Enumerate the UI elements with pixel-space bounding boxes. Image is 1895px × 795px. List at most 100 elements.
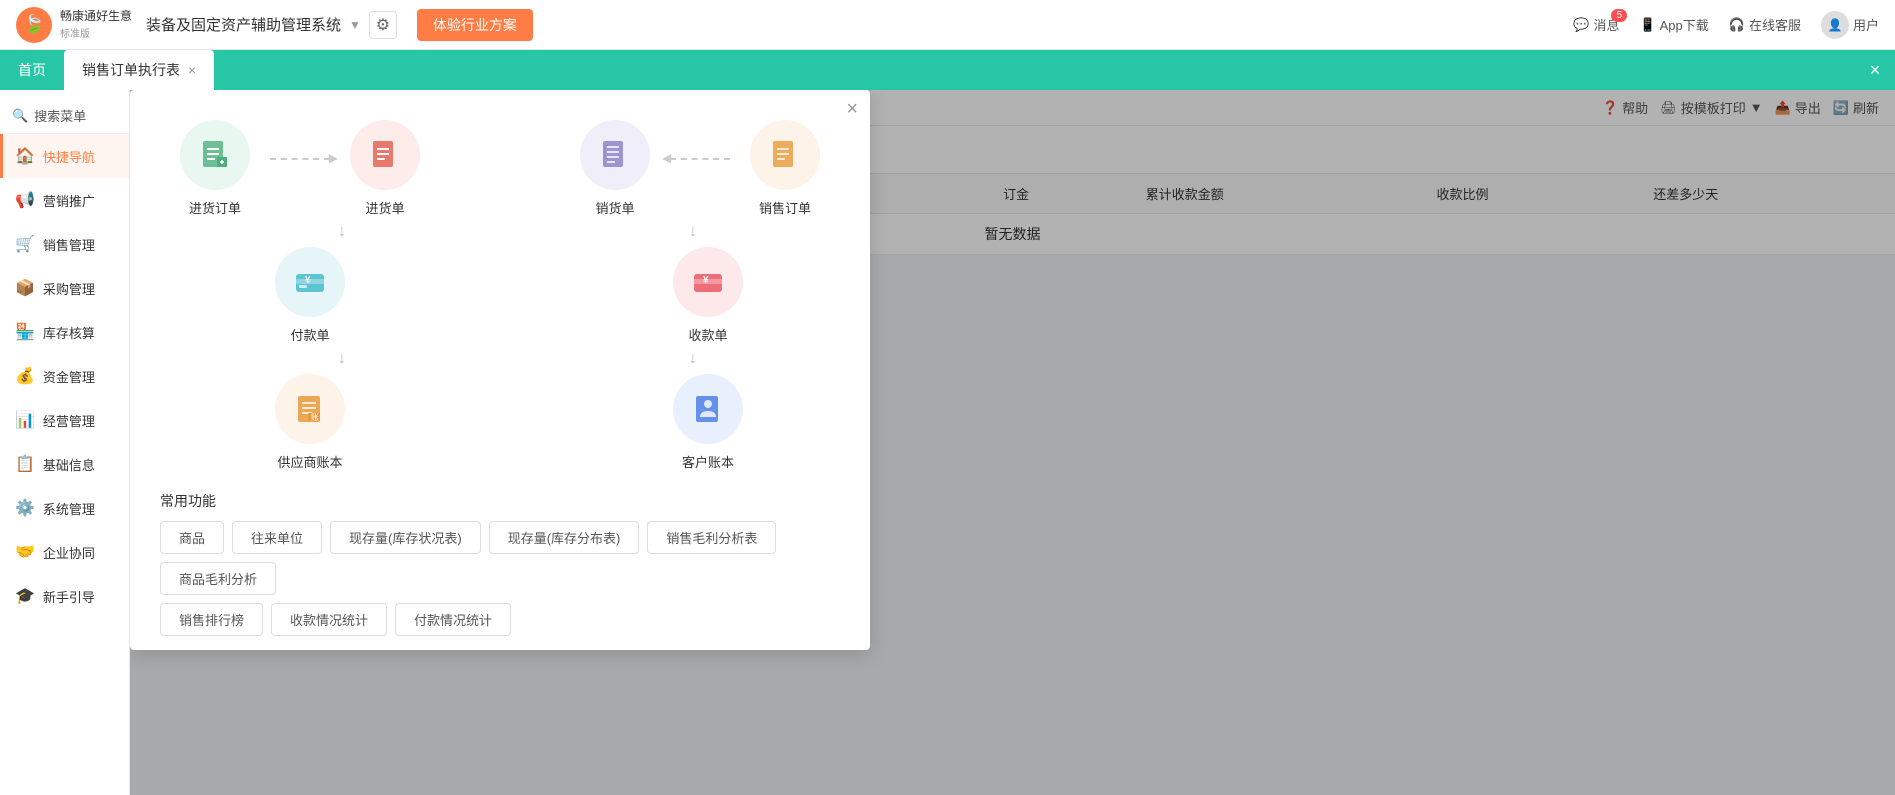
- flow-node-purchase-order[interactable]: 进货订单: [160, 120, 270, 217]
- quick-nav-popup: ×: [130, 90, 870, 650]
- home-label: 首页: [18, 60, 46, 80]
- inventory-icon: 🏪: [15, 322, 35, 342]
- flow-node-payment[interactable]: ¥ 付款单: [255, 247, 365, 344]
- sidebar-item-finance-label: 资金管理: [43, 367, 95, 386]
- gear-button[interactable]: ⚙: [369, 11, 397, 39]
- sales-icon: 🛒: [15, 234, 35, 254]
- common-btn-partner[interactable]: 往来单位: [232, 521, 322, 554]
- sidebar-item-marketing[interactable]: 📢 营销推广: [0, 178, 129, 222]
- home-sidebar-icon: 🏠: [15, 146, 35, 166]
- sidebar-item-beginner-label: 新手引导: [43, 587, 95, 606]
- sidebar-item-enterprise[interactable]: 🤝 企业协同: [0, 530, 129, 574]
- common-btn-product[interactable]: 商品: [160, 521, 224, 554]
- purchase-icon: [350, 120, 420, 190]
- common-buttons-row1: 商品 往来单位 现存量(库存状况表) 现存量(库存分布表) 销售毛利分析表 商品…: [160, 521, 840, 595]
- common-btn-stock-status[interactable]: 现存量(库存状况表): [330, 521, 481, 554]
- content-area: ❓ 帮助 🖨 按模板打印 ▼ 📤 导出 🔄 刷新 yyyy-mm-dd 📅: [130, 90, 1895, 795]
- search-menu-item[interactable]: 🔍 搜索菜单: [0, 98, 129, 134]
- common-btn-product-gross[interactable]: 商品毛利分析: [160, 562, 276, 595]
- sidebar: 🔍 搜索菜单 🏠 快捷导航 📢 营销推广 🛒 销售管理 📦 采购管理 🏪 库存核…: [0, 90, 130, 795]
- sidebar-item-purchase-label: 采购管理: [43, 279, 95, 298]
- sidebar-item-marketing-label: 营销推广: [43, 191, 95, 210]
- sidebar-item-sales-label: 销售管理: [43, 235, 95, 254]
- logo-area: 🍃 畅康通好生意 标准版: [16, 7, 146, 43]
- sales-order-icon: [750, 120, 820, 190]
- down-arrow-purchase: ↓: [338, 223, 346, 241]
- top-header: 🍃 畅康通好生意 标准版 装备及固定资产辅助管理系统 ▼ ⚙ 体验行业方案 💬 …: [0, 0, 1895, 50]
- sidebar-item-system[interactable]: ⚙️ 系统管理: [0, 486, 129, 530]
- message-button[interactable]: 💬 消息 5: [1573, 15, 1619, 34]
- common-functions-section: 常用功能 商品 往来单位 现存量(库存状况表) 现存量(库存分布表) 销售毛利分…: [160, 475, 840, 646]
- dropdown-arrow-icon[interactable]: ▼: [349, 18, 361, 32]
- purchase-label: 进货单: [365, 198, 404, 217]
- sidebar-item-beginner[interactable]: 🎓 新手引导: [0, 574, 129, 618]
- user-button[interactable]: 👤 用户: [1821, 11, 1879, 39]
- basic-icon: 📋: [15, 454, 35, 474]
- sidebar-item-inventory[interactable]: 🏪 库存核算: [0, 310, 129, 354]
- close-all-tabs-button[interactable]: ×: [1855, 50, 1895, 90]
- beginner-icon: 🎓: [15, 586, 35, 606]
- operations-icon: 📊: [15, 410, 35, 430]
- trial-button[interactable]: 体验行业方案: [417, 9, 533, 41]
- supplier-account-icon: 账: [275, 374, 345, 444]
- common-btn-receipt-stats[interactable]: 收款情况统计: [271, 603, 387, 636]
- system-title-text: 装备及固定资产辅助管理系统: [146, 14, 341, 35]
- service-button[interactable]: 🎧 在线客服: [1729, 15, 1801, 34]
- sidebar-item-purchase[interactable]: 📦 采购管理: [0, 266, 129, 310]
- svg-text:账: 账: [311, 413, 319, 422]
- nav-tabs: 首页 销售订单执行表 × ×: [0, 50, 1895, 90]
- payment-icon: ¥: [275, 247, 345, 317]
- receipt-label: 收款单: [688, 325, 727, 344]
- flow-node-sales-order2[interactable]: 销货单: [560, 120, 670, 217]
- search-label: 搜索菜单: [34, 106, 86, 125]
- sales-order-label: 销售订单: [759, 198, 811, 217]
- logo-text-block: 畅康通好生意 标准版: [60, 9, 132, 40]
- tab-sales-order[interactable]: 销售订单执行表 ×: [64, 50, 214, 90]
- common-btn-payment-stats[interactable]: 付款情况统计: [395, 603, 511, 636]
- sidebar-item-quick[interactable]: 🏠 快捷导航: [0, 134, 129, 178]
- svg-text:¥: ¥: [305, 275, 311, 286]
- header-right: 💬 消息 5 📱 App下载 🎧 在线客服 👤 用户: [1573, 11, 1879, 39]
- common-btn-sales-analysis[interactable]: 销售毛利分析表: [647, 521, 776, 554]
- tab-close-icon[interactable]: ×: [188, 62, 196, 78]
- sidebar-item-finance[interactable]: 💰 资金管理: [0, 354, 129, 398]
- popup-content: 进货订单: [130, 90, 870, 650]
- tab-home[interactable]: 首页: [0, 50, 64, 90]
- sidebar-item-system-label: 系统管理: [43, 499, 95, 518]
- sidebar-item-quick-label: 快捷导航: [43, 147, 95, 166]
- svg-text:¥: ¥: [703, 275, 709, 286]
- enterprise-icon: 🤝: [15, 542, 35, 562]
- service-label: 在线客服: [1749, 15, 1801, 34]
- search-icon: 🔍: [12, 108, 28, 124]
- purchase-order-icon: [180, 120, 250, 190]
- sidebar-item-operations-label: 经营管理: [43, 411, 95, 430]
- down-arrow-sales-order2: ↓: [689, 223, 697, 241]
- receipt-icon: ¥: [673, 247, 743, 317]
- sidebar-item-basic[interactable]: 📋 基础信息: [0, 442, 129, 486]
- user-label: 用户: [1853, 15, 1879, 34]
- phone-icon: 📱: [1639, 17, 1655, 33]
- app-download-button[interactable]: 📱 App下载: [1639, 15, 1708, 34]
- flow-node-customer-account[interactable]: 客户账本: [653, 374, 763, 471]
- flow-node-receipt[interactable]: ¥ 收款单: [653, 247, 763, 344]
- sales-order2-label: 销货单: [595, 198, 634, 217]
- flow-node-purchase[interactable]: 进货单: [330, 120, 440, 217]
- main-layout: 🔍 搜索菜单 🏠 快捷导航 📢 营销推广 🛒 销售管理 📦 采购管理 🏪 库存核…: [0, 90, 1895, 795]
- flow-node-sales-order[interactable]: 销售订单: [730, 120, 840, 217]
- logo-sub: 标准版: [60, 25, 132, 40]
- popup-close-button[interactable]: ×: [846, 98, 858, 121]
- sidebar-item-operations[interactable]: 📊 经营管理: [0, 398, 129, 442]
- common-btn-sales-ranking[interactable]: 销售排行榜: [160, 603, 263, 636]
- sidebar-item-basic-label: 基础信息: [43, 455, 95, 474]
- down-arrow-payment: ↓: [338, 350, 346, 368]
- common-btn-stock-distribution[interactable]: 现存量(库存分布表): [489, 521, 640, 554]
- tab-label: 销售订单执行表: [82, 60, 180, 80]
- sidebar-item-sales[interactable]: 🛒 销售管理: [0, 222, 129, 266]
- sidebar-item-inventory-label: 库存核算: [43, 323, 95, 342]
- message-badge: 5: [1611, 9, 1627, 22]
- sales-order2-icon: [580, 120, 650, 190]
- supplier-account-label: 供应商账本: [277, 452, 342, 471]
- system-title: 装备及固定资产辅助管理系统 ▼ ⚙ 体验行业方案: [146, 9, 1573, 41]
- finance-icon: 💰: [15, 366, 35, 386]
- flow-node-supplier-account[interactable]: 账 供应商账本: [255, 374, 365, 471]
